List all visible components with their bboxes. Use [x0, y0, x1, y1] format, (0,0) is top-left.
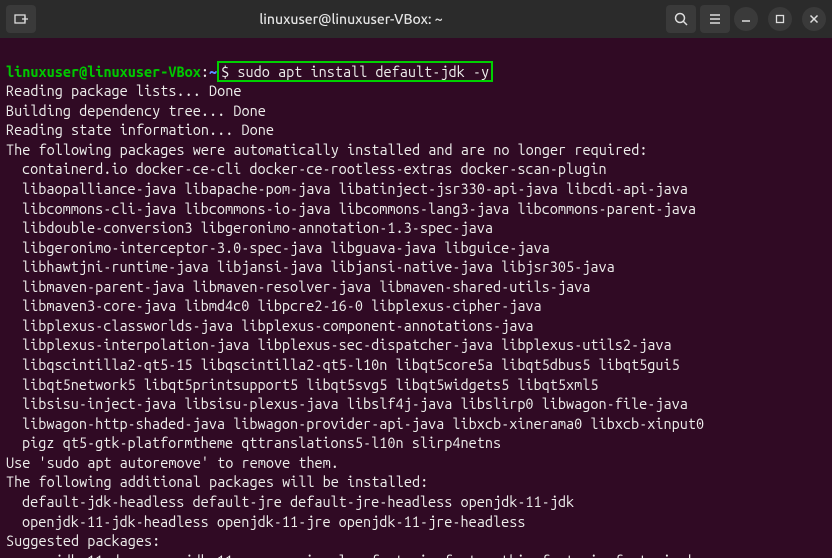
terminal-content[interactable]: linuxuser@linuxuser-VBox:~$ sudo apt ins… [0, 38, 832, 558]
output-line: libdouble-conversion3 libgeronimo-annota… [6, 218, 826, 238]
command-highlight-box: $ sudo apt install default-jdk -y [217, 61, 493, 82]
prompt-colon: : [201, 63, 209, 80]
command-text: sudo apt install default-jdk -y [237, 63, 489, 80]
new-tab-button[interactable] [6, 5, 36, 33]
close-button[interactable] [802, 7, 826, 31]
output-line: Use 'sudo apt autoremove' to remove them… [6, 454, 339, 471]
output-line: openjdk-11-jdk-headless openjdk-11-jre o… [6, 512, 826, 532]
output-line: default-jdk-headless default-jre default… [6, 492, 826, 512]
output-line: pigz qt5-gtk-platformtheme qttranslation… [6, 433, 826, 453]
window-title: linuxuser@linuxuser-VBox: ~ [40, 11, 662, 27]
prompt-path: ~ [209, 63, 217, 80]
output-line: libcommons-cli-java libcommons-io-java l… [6, 199, 826, 219]
output-line: Building dependency tree... Done [6, 102, 266, 119]
output-line: The following packages were automaticall… [6, 141, 647, 158]
output-line: libplexus-classworlds-java libplexus-com… [6, 316, 826, 336]
output-line: libplexus-interpolation-java libplexus-s… [6, 335, 826, 355]
menu-button[interactable] [700, 5, 730, 33]
output-line: The following additional packages will b… [6, 473, 428, 490]
output-line: libmaven3-core-java libmd4c0 libpcre2-16… [6, 296, 826, 316]
output-line: libhawtjni-runtime-java libjansi-java li… [6, 257, 826, 277]
output-line: Reading package lists... Done [6, 82, 241, 99]
output-line: libqscintilla2-qt5-15 libqscintilla2-qt5… [6, 355, 826, 375]
output-line: Reading state information... Done [6, 121, 274, 138]
output-line: libmaven-parent-java libmaven-resolver-j… [6, 277, 826, 297]
output-line: libsisu-inject-java libsisu-plexus-java … [6, 394, 826, 414]
output-line: libqt5network5 libqt5printsupport5 libqt… [6, 375, 826, 395]
titlebar: linuxuser@linuxuser-VBox: ~ [0, 0, 832, 38]
minimize-button[interactable] [734, 7, 758, 31]
prompt-host: linuxuser@linuxuser-VBox [6, 63, 201, 80]
output-line: libaopalliance-java libapache-pom-java l… [6, 179, 826, 199]
prompt-dollar: $ [221, 63, 237, 80]
search-button[interactable] [666, 5, 696, 33]
maximize-button[interactable] [768, 7, 792, 31]
output-line: libwagon-http-shaded-java libwagon-provi… [6, 414, 826, 434]
output-line: openjdk-11-demo openjdk-11-source visual… [6, 551, 826, 558]
output-line: libgeronimo-interceptor-3.0-spec-java li… [6, 238, 826, 258]
output-line: containerd.io docker-ce-cli docker-ce-ro… [6, 159, 826, 179]
output-line: Suggested packages: [6, 532, 160, 549]
